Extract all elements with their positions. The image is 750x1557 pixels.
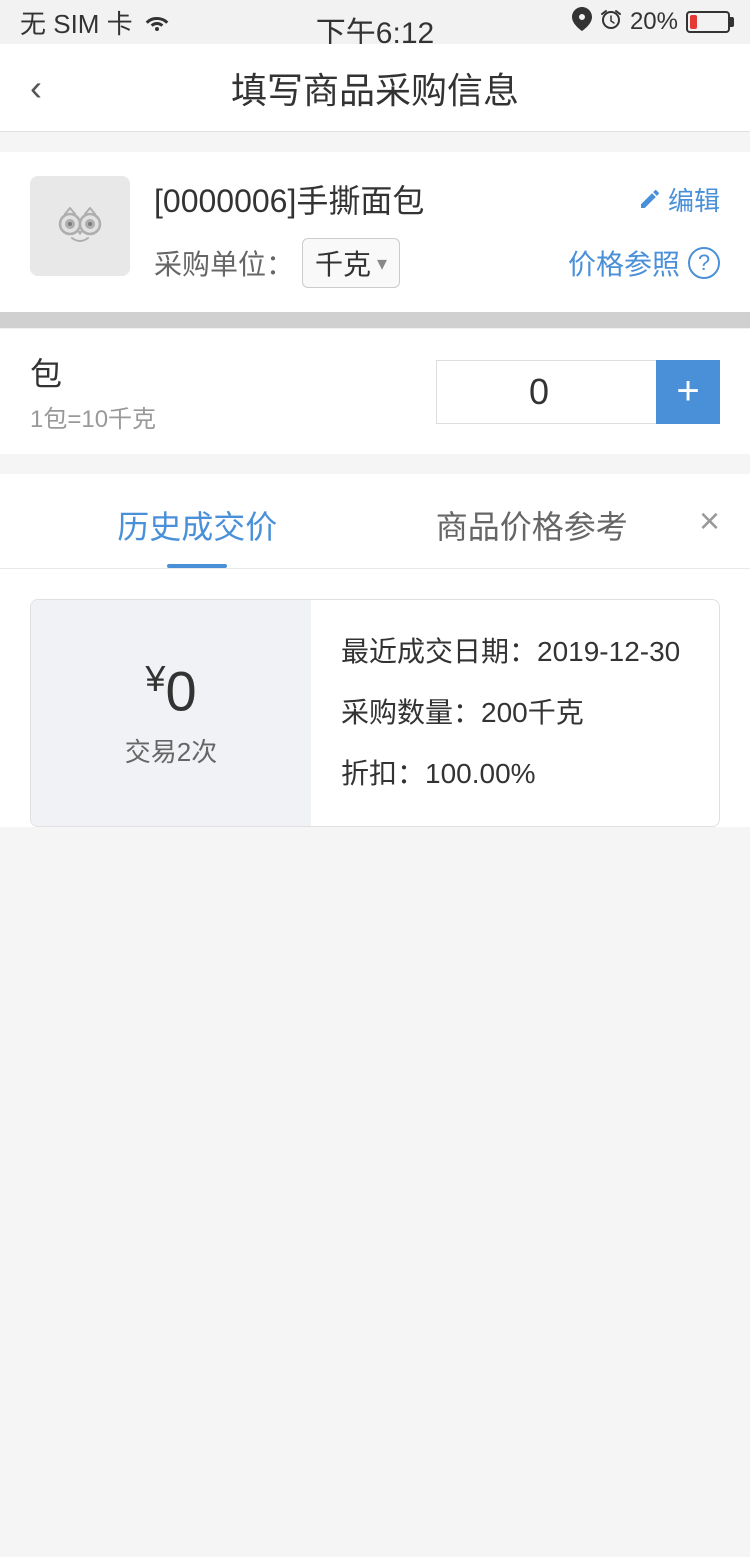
- gps-icon: [572, 7, 592, 38]
- main-content: [0, 857, 750, 1557]
- wifi-icon: [143, 7, 171, 38]
- status-bar: 无 SIM 卡 下午6:12 20%: [0, 0, 750, 44]
- unit-selector-group: 采购单位： 千克 ▾: [154, 238, 400, 288]
- product-name: [0000006]手撕面包: [154, 176, 424, 222]
- divider: [0, 312, 750, 328]
- unit-label: 采购单位：: [154, 243, 294, 283]
- price-ref-help-icon: ?: [688, 247, 720, 279]
- product-info: [0000006]手撕面包 编辑 采购单位： 千克 ▾ 价格参照 ?: [154, 176, 720, 288]
- quantity-label-block: 包 1包=10千克: [30, 349, 156, 434]
- purchase-quantity-label: 采购数量：: [341, 697, 481, 728]
- edit-label: 编辑: [668, 181, 720, 218]
- edit-button[interactable]: 编辑: [638, 181, 720, 218]
- product-logo-icon: [50, 196, 110, 256]
- price-ref-label: 价格参照: [568, 243, 680, 283]
- recent-date-label: 最近成交日期：: [341, 636, 537, 667]
- edit-icon: [638, 187, 662, 211]
- purchase-quantity-value: 200千克: [481, 697, 584, 728]
- transaction-price: ¥0: [145, 658, 196, 724]
- quantity-conversion-label: 1包=10千克: [30, 399, 156, 434]
- product-image: [30, 176, 130, 276]
- back-button[interactable]: ‹: [0, 67, 72, 109]
- dropdown-icon: ▾: [377, 251, 387, 276]
- status-left: 无 SIM 卡: [20, 4, 171, 41]
- product-card: [0000006]手撕面包 编辑 采购单位： 千克 ▾ 价格参照 ?: [0, 152, 750, 312]
- purchase-quantity-row: 采购数量：200千克: [341, 691, 689, 736]
- recent-date-row: 最近成交日期：2019-12-30: [341, 630, 689, 675]
- unit-value: 千克: [315, 243, 371, 283]
- discount-value: 100.00%: [425, 758, 536, 789]
- tabs-header: 历史成交价 商品价格参考 ×: [0, 474, 750, 569]
- unit-select-button[interactable]: 千克 ▾: [302, 238, 400, 288]
- transaction-left-panel: ¥0 交易2次: [31, 600, 311, 826]
- quantity-unit-label: 包: [30, 349, 156, 395]
- tab-close-button[interactable]: ×: [699, 480, 720, 562]
- transaction-right-panel: 最近成交日期：2019-12-30 采购数量：200千克 折扣：100.00%: [311, 600, 719, 826]
- currency-symbol: ¥: [145, 658, 165, 699]
- quantity-plus-button[interactable]: +: [656, 360, 720, 424]
- battery-percent: 20%: [630, 8, 678, 36]
- discount-row: 折扣：100.00%: [341, 752, 689, 797]
- battery-fill: [690, 15, 697, 29]
- tab-product-price-ref[interactable]: 商品价格参考: [364, 474, 698, 568]
- recent-date-value: 2019-12-30: [537, 636, 680, 667]
- product-header: [0000006]手撕面包 编辑: [154, 176, 720, 222]
- product-image-inner: [45, 191, 115, 261]
- page-title: 填写商品采购信息: [231, 62, 519, 114]
- carrier-text: 无 SIM 卡: [20, 4, 133, 41]
- price-ref-button[interactable]: 价格参照 ?: [568, 243, 720, 283]
- status-right: 20%: [572, 7, 730, 38]
- quantity-input[interactable]: [436, 360, 656, 424]
- transaction-count: 交易2次: [125, 732, 217, 769]
- tabs-section: 历史成交价 商品价格参考 × ¥0 交易2次 最近成交日期：2019-12-30…: [0, 474, 750, 827]
- tab-history-price[interactable]: 历史成交价: [30, 474, 364, 568]
- discount-label: 折扣：: [341, 758, 425, 789]
- quantity-input-block: +: [436, 360, 720, 424]
- alarm-icon: [600, 8, 622, 37]
- price-value: 0: [165, 660, 196, 723]
- nav-bar: ‹ 填写商品采购信息: [0, 44, 750, 132]
- quantity-section: 包 1包=10千克 +: [0, 328, 750, 454]
- product-unit-row: 采购单位： 千克 ▾ 价格参照 ?: [154, 238, 720, 288]
- battery-icon: [686, 11, 730, 33]
- transaction-card: ¥0 交易2次 最近成交日期：2019-12-30 采购数量：200千克 折扣：…: [30, 599, 720, 827]
